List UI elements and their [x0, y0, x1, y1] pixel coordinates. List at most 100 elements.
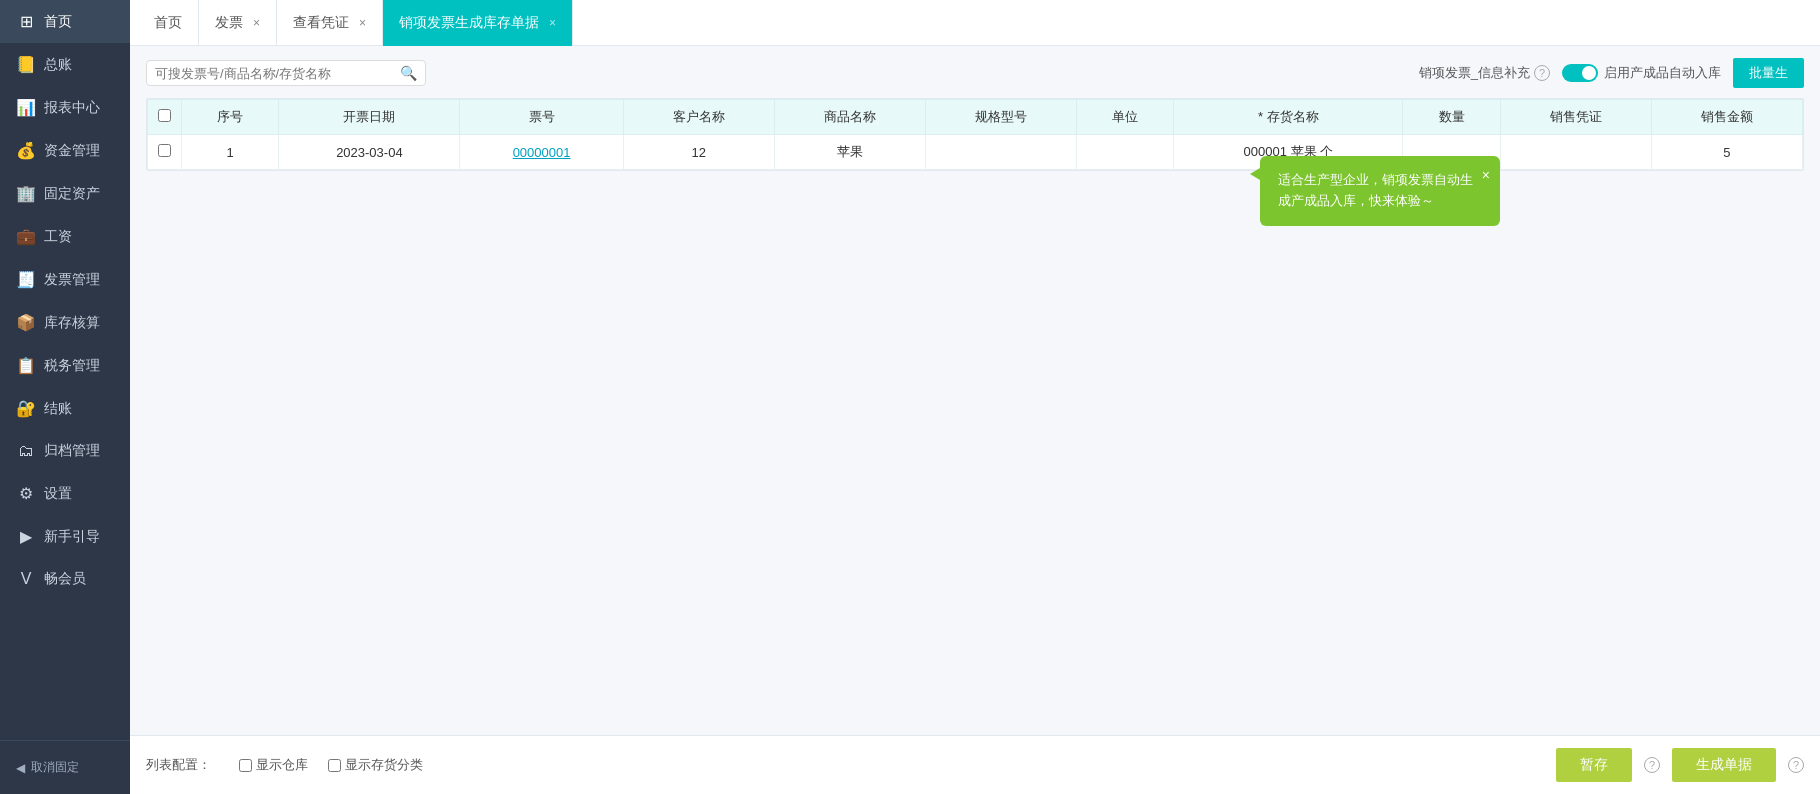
sidebar-item-fund-management[interactable]: 💰 资金管理 — [0, 129, 130, 172]
ledger-icon: 📒 — [16, 55, 36, 74]
td-date: 2023-03-04 — [279, 135, 460, 170]
show-warehouse-checkbox[interactable] — [239, 759, 252, 772]
tab-cancel-invoice-close[interactable]: × — [549, 16, 556, 30]
sidebar-item-settlement[interactable]: 🔐 结账 — [0, 387, 130, 430]
settlement-icon: 🔐 — [16, 399, 36, 418]
sidebar-item-beginner-guide[interactable]: ▶ 新手引导 — [0, 515, 130, 558]
sidebar-label-invoice-management: 发票管理 — [44, 271, 100, 289]
tooltip-close-btn[interactable]: × — [1482, 164, 1490, 186]
td-checkbox — [148, 135, 182, 170]
table-wrap: 序号 开票日期 票号 客户名称 商品名称 规格型号 单位 * 存货名称 数量 销… — [146, 98, 1804, 171]
show-warehouse-label[interactable]: 显示仓库 — [239, 756, 308, 774]
tab-bar: 首页 发票 × 查看凭证 × 销项发票生成库存单据 × — [130, 0, 1820, 46]
sidebar-item-archive-management[interactable]: 🗂 归档管理 — [0, 430, 130, 472]
sidebar-item-fixed-assets[interactable]: 🏢 固定资产 — [0, 172, 130, 215]
search-right: 销项发票_信息补充 ? 启用产成品自动入库 批量生 — [1419, 58, 1804, 88]
sidebar-item-inventory[interactable]: 📦 库存核算 — [0, 301, 130, 344]
sidebar-label-fund-management: 资金管理 — [44, 142, 100, 160]
sidebar-item-home[interactable]: ⊞ 首页 — [0, 0, 130, 43]
ticket-no-link[interactable]: 00000001 — [513, 145, 571, 160]
cancel-fixed-icon: ◀ — [16, 761, 25, 775]
th-checkbox — [148, 100, 182, 135]
sidebar-label-general-ledger: 总账 — [44, 56, 72, 74]
td-product-name: 苹果 — [774, 135, 925, 170]
save-help-icon[interactable]: ? — [1644, 757, 1660, 773]
bottom-bar: 列表配置： 显示仓库 显示存货分类 暂存 ? 生成单据 ? — [130, 735, 1820, 794]
th-sales-amount: 销售金额 — [1651, 100, 1802, 135]
tab-cancel-invoice[interactable]: 销项发票生成库存单据 × — [383, 0, 573, 46]
sidebar-item-general-ledger[interactable]: 📒 总账 — [0, 43, 130, 86]
sidebar-label-archive-management: 归档管理 — [44, 442, 100, 460]
batch-generate-btn[interactable]: 批量生 — [1733, 58, 1804, 88]
sidebar-label-beginner-guide: 新手引导 — [44, 528, 100, 546]
th-voucher-info: 销售凭证 — [1500, 100, 1651, 135]
auto-warehouse-toggle[interactable] — [1562, 64, 1598, 82]
list-config-label: 列表配置： — [146, 756, 211, 774]
sidebar-label-settings: 设置 — [44, 485, 72, 503]
cancel-fixed-btn[interactable]: ◀ 取消固定 — [0, 749, 130, 786]
th-unit: 单位 — [1077, 100, 1174, 135]
tab-view-voucher[interactable]: 查看凭证 × — [277, 0, 383, 46]
select-all-checkbox[interactable] — [158, 109, 171, 122]
cancel-fixed-label: 取消固定 — [31, 759, 79, 776]
table-header-row: 序号 开票日期 票号 客户名称 商品名称 规格型号 单位 * 存货名称 数量 销… — [148, 100, 1803, 135]
sidebar-item-settings[interactable]: ⚙ 设置 — [0, 472, 130, 515]
info-help-icon[interactable]: ? — [1534, 65, 1550, 81]
td-ticket-no[interactable]: 00000001 — [460, 135, 623, 170]
sidebar-label-payroll: 工资 — [44, 228, 72, 246]
td-customer: 12 — [623, 135, 774, 170]
td-unit — [1077, 135, 1174, 170]
th-seq: 序号 — [182, 100, 279, 135]
sidebar-item-payroll[interactable]: 💼 工资 — [0, 215, 130, 258]
td-sales-amount: 5 — [1651, 135, 1802, 170]
show-inventory-category-label[interactable]: 显示存货分类 — [328, 756, 423, 774]
fund-icon: 💰 — [16, 141, 36, 160]
sidebar-label-tax-management: 税务管理 — [44, 357, 100, 375]
sidebar-label-report-center: 报表中心 — [44, 99, 100, 117]
sidebar-bottom: ◀ 取消固定 — [0, 740, 130, 794]
home-icon: ⊞ — [16, 12, 36, 31]
search-left: 🔍 — [146, 60, 426, 86]
archive-icon: 🗂 — [16, 442, 36, 460]
main-area: 首页 发票 × 查看凭证 × 销项发票生成库存单据 × 🔍 — [130, 0, 1820, 794]
tab-view-voucher-label: 查看凭证 — [293, 14, 349, 32]
beginner-icon: ▶ — [16, 527, 36, 546]
row-checkbox[interactable] — [158, 144, 171, 157]
save-btn[interactable]: 暂存 — [1556, 748, 1632, 782]
tax-icon: 📋 — [16, 356, 36, 375]
td-seq: 1 — [182, 135, 279, 170]
sidebar-label-vip-member: 畅会员 — [44, 570, 86, 588]
info-label: 销项发票_信息补充 ? — [1419, 64, 1550, 82]
th-product-name: 商品名称 — [774, 100, 925, 135]
search-input-wrap[interactable]: 🔍 — [146, 60, 426, 86]
sidebar-item-vip-member[interactable]: V 畅会员 — [0, 558, 130, 600]
invoice-icon: 🧾 — [16, 270, 36, 289]
th-inventory-name: * 存货名称 — [1174, 100, 1403, 135]
tab-home-label: 首页 — [154, 14, 182, 32]
search-bar: 🔍 销项发票_信息补充 ? 启用产成品自动入库 批量生 — [146, 58, 1804, 88]
inventory-icon: 📦 — [16, 313, 36, 332]
td-spec — [925, 135, 1076, 170]
table-row: 1 2023-03-04 00000001 12 苹果 000001 苹果 个 … — [148, 135, 1803, 170]
th-date: 开票日期 — [279, 100, 460, 135]
sidebar-item-invoice-management[interactable]: 🧾 发票管理 — [0, 258, 130, 301]
vip-icon: V — [16, 570, 36, 588]
tab-home[interactable]: 首页 — [138, 0, 199, 46]
sidebar-item-report-center[interactable]: 📊 报表中心 — [0, 86, 130, 129]
generate-help-icon[interactable]: ? — [1788, 757, 1804, 773]
show-inventory-category-checkbox[interactable] — [328, 759, 341, 772]
sidebar-label-home: 首页 — [44, 13, 72, 31]
tab-invoice[interactable]: 发票 × — [199, 0, 277, 46]
sidebar-item-tax-management[interactable]: 📋 税务管理 — [0, 344, 130, 387]
tab-invoice-close[interactable]: × — [253, 16, 260, 30]
generate-btn[interactable]: 生成单据 — [1672, 748, 1776, 782]
info-label-text: 销项发票_信息补充 — [1419, 64, 1530, 82]
th-customer: 客户名称 — [623, 100, 774, 135]
toggle-label: 启用产成品自动入库 — [1604, 64, 1721, 82]
search-input[interactable] — [155, 66, 400, 81]
th-spec: 规格型号 — [925, 100, 1076, 135]
tab-view-voucher-close[interactable]: × — [359, 16, 366, 30]
page-content: 🔍 销项发票_信息补充 ? 启用产成品自动入库 批量生 — [130, 46, 1820, 735]
tab-invoice-label: 发票 — [215, 14, 243, 32]
search-icon: 🔍 — [400, 65, 417, 81]
